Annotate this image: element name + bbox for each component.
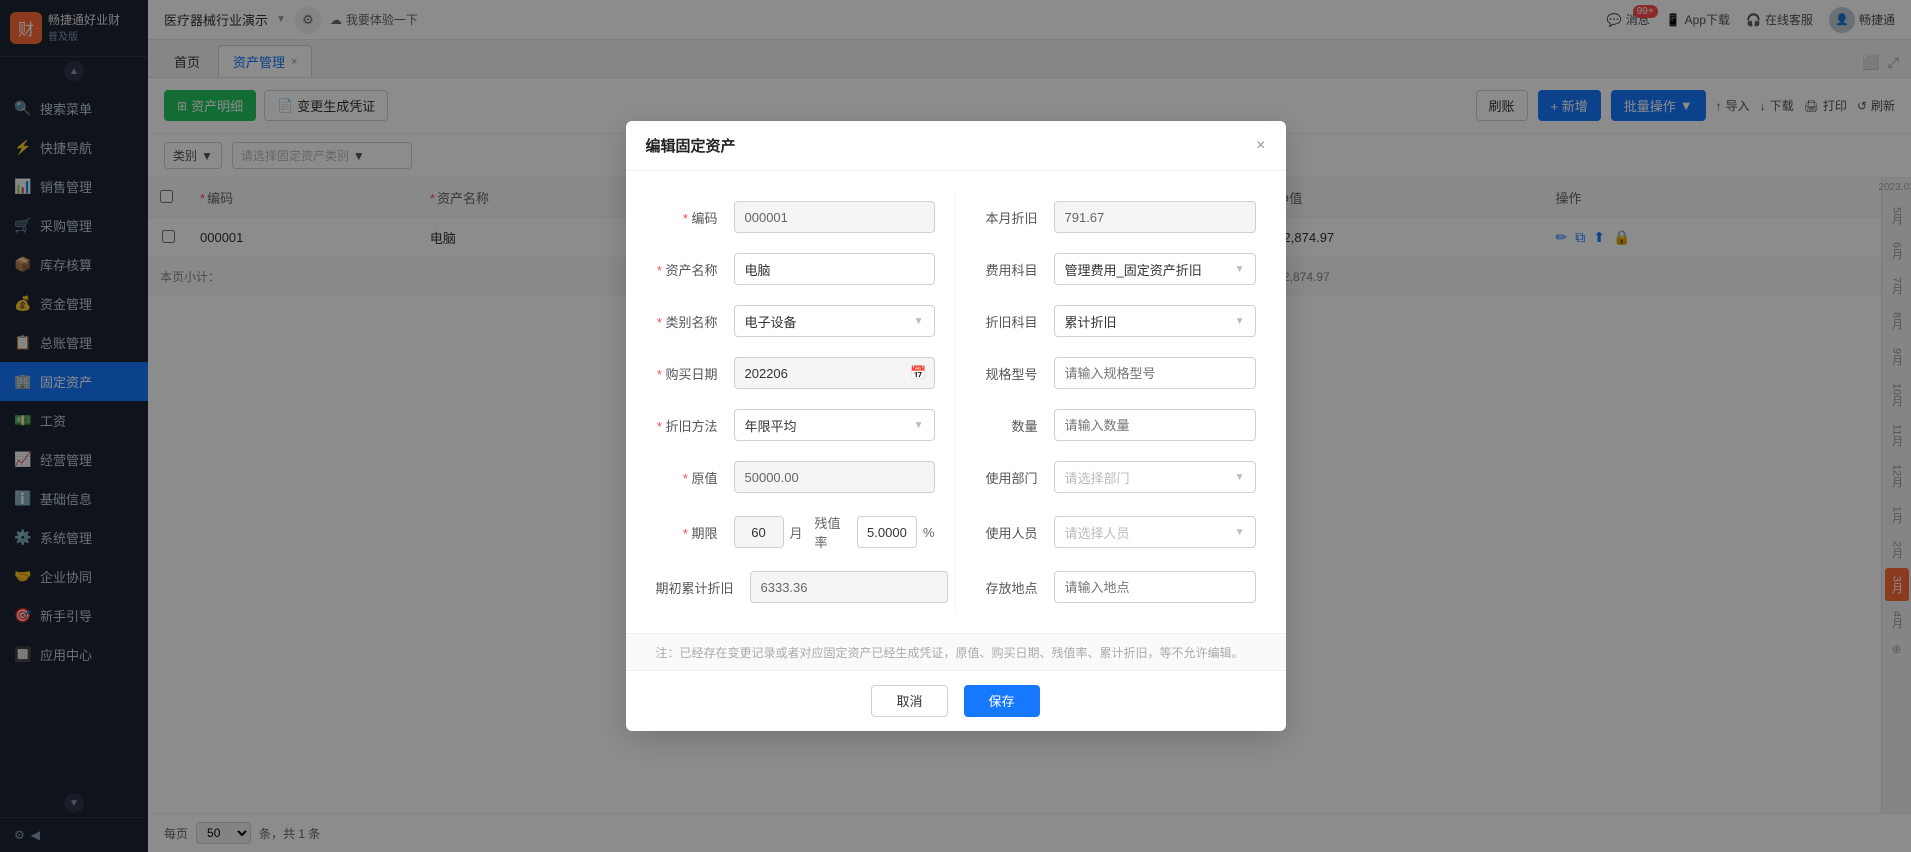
dep-subject-select[interactable]: 累计折旧 ▼ <box>1054 305 1256 337</box>
spec-label: 规格型号 <box>976 364 1046 383</box>
name-label: 资产名称 <box>656 260 726 279</box>
dep-method-label: 折旧方法 <box>656 416 726 435</box>
period-label: 期限 <box>656 523 726 542</box>
residual-rate-label: 残值率 <box>815 513 851 551</box>
category-select[interactable]: 电子设备 ▼ <box>734 305 935 337</box>
form-row-quantity: 数量 <box>956 399 1256 451</box>
chevron-down-icon: ▼ <box>914 420 924 431</box>
chevron-down-icon: ▼ <box>1235 316 1245 327</box>
purchase-date-field: 📅 <box>734 357 935 389</box>
code-label: 编码 <box>656 208 726 227</box>
user-placeholder: 请选择人员 <box>1065 523 1130 542</box>
dep-method-select[interactable]: 年限平均 ▼ <box>734 409 935 441</box>
code-input[interactable] <box>734 201 935 233</box>
modal-note: 注：已经存在变更记录或者对应固定资产已经生成凭证，原值、购买日期、残值率、累计折… <box>626 633 1286 669</box>
dep-method-value: 年限平均 <box>745 416 797 435</box>
form-row-period: 期限 月 残值率 % <box>656 503 956 561</box>
original-value-input[interactable] <box>734 461 935 493</box>
category-label: 类别名称 <box>656 312 726 331</box>
original-value-label: 原值 <box>656 468 726 487</box>
expense-subject-label: 费用科目 <box>976 260 1046 279</box>
location-label: 存放地点 <box>976 578 1046 597</box>
purchase-date-input[interactable] <box>734 357 935 389</box>
form-row-spec: 规格型号 <box>956 347 1256 399</box>
user-label: 使用人员 <box>976 523 1046 542</box>
quantity-input[interactable] <box>1054 409 1256 441</box>
chevron-down-icon: ▼ <box>1235 527 1245 538</box>
chevron-down-icon: ▼ <box>1235 472 1245 483</box>
department-label: 使用部门 <box>976 468 1046 487</box>
modal-note-text: 注：已经存在变更记录或者对应固定资产已经生成凭证，原值、购买日期、残值率、累计折… <box>656 646 1244 660</box>
form-row-purchase-date: 购买日期 📅 <box>656 347 956 399</box>
form-grid: 编码 本月折旧 资产名称 费用科目 管理费用_固定资产折旧 <box>656 191 1256 613</box>
user-select[interactable]: 请选择人员 ▼ <box>1054 516 1256 548</box>
modal-footer: 取消 保存 <box>626 670 1286 731</box>
form-row-location: 存放地点 <box>956 561 1256 613</box>
form-row-dep-method: 折旧方法 年限平均 ▼ <box>656 399 956 451</box>
form-row-original-value: 原值 <box>656 451 956 503</box>
form-row-category: 类别名称 电子设备 ▼ <box>656 295 956 347</box>
form-row-dep-subject: 折旧科目 累计折旧 ▼ <box>956 295 1256 347</box>
dep-subject-value: 累计折旧 <box>1065 312 1117 331</box>
name-input[interactable] <box>734 253 935 285</box>
modal-title: 编辑固定资产 <box>646 135 736 156</box>
monthly-dep-label: 本月折旧 <box>976 208 1046 227</box>
category-value: 电子设备 <box>745 312 797 331</box>
residual-rate-unit: % <box>923 525 935 540</box>
chevron-down-icon: ▼ <box>1235 264 1245 275</box>
form-row-code: 编码 <box>656 191 956 243</box>
modal-overlay: 编辑固定资产 × 编码 本月折旧 资产名称 <box>0 0 1911 852</box>
form-row-monthly-dep: 本月折旧 <box>956 191 1256 243</box>
purchase-date-label: 购买日期 <box>656 364 726 383</box>
form-row-user: 使用人员 请选择人员 ▼ <box>956 503 1256 561</box>
calendar-icon[interactable]: 📅 <box>910 365 926 381</box>
modal-header: 编辑固定资产 × <box>626 121 1286 171</box>
department-placeholder: 请选择部门 <box>1065 468 1130 487</box>
dep-subject-label: 折旧科目 <box>976 312 1046 331</box>
cancel-button[interactable]: 取消 <box>871 685 947 717</box>
period-field: 月 残值率 % <box>734 513 935 551</box>
form-row-expense-subject: 费用科目 管理费用_固定资产折旧 ▼ <box>956 243 1256 295</box>
period-unit: 月 <box>790 523 803 542</box>
modal-close-btn[interactable]: × <box>1256 137 1265 155</box>
monthly-dep-input[interactable] <box>1054 201 1256 233</box>
expense-subject-select[interactable]: 管理费用_固定资产折旧 ▼ <box>1054 253 1256 285</box>
edit-modal: 编辑固定资产 × 编码 本月折旧 资产名称 <box>626 121 1286 730</box>
department-select[interactable]: 请选择部门 ▼ <box>1054 461 1256 493</box>
location-input[interactable] <box>1054 571 1256 603</box>
form-row-initial-dep: 期初累计折旧 <box>656 561 956 613</box>
residual-rate-input[interactable] <box>857 516 917 548</box>
initial-dep-input[interactable] <box>750 571 948 603</box>
spec-input[interactable] <box>1054 357 1256 389</box>
modal-body: 编码 本月折旧 资产名称 费用科目 管理费用_固定资产折旧 <box>626 171 1286 633</box>
expense-subject-value: 管理费用_固定资产折旧 <box>1065 260 1202 279</box>
form-row-department: 使用部门 请选择部门 ▼ <box>956 451 1256 503</box>
save-button[interactable]: 保存 <box>964 685 1040 717</box>
initial-dep-label: 期初累计折旧 <box>656 578 742 597</box>
period-input[interactable] <box>734 516 784 548</box>
form-row-name: 资产名称 <box>656 243 956 295</box>
chevron-down-icon: ▼ <box>914 316 924 327</box>
quantity-label: 数量 <box>976 416 1046 435</box>
